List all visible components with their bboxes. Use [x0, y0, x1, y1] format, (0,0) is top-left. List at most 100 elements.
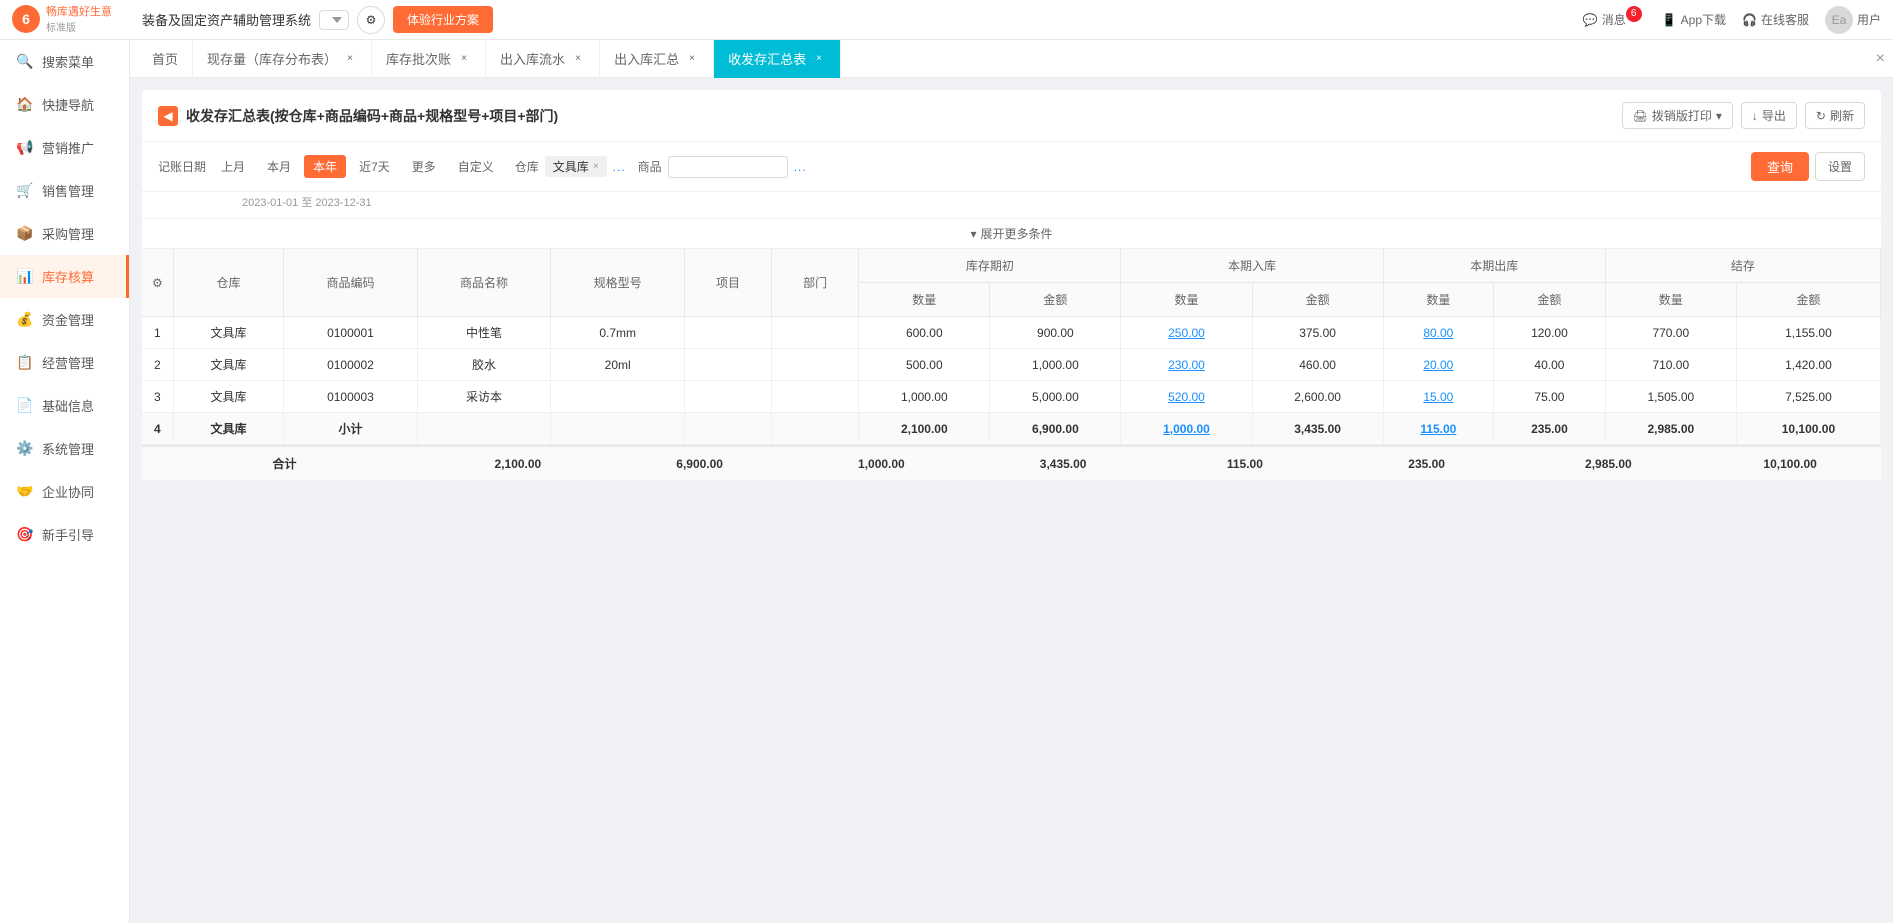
- row3-warehouse: 文具库: [173, 381, 283, 413]
- tab-inout-flow-close[interactable]: ×: [571, 52, 585, 66]
- th-settings[interactable]: ⚙: [142, 249, 173, 317]
- tab-inout-summary-close[interactable]: ×: [685, 52, 699, 66]
- row2-out-amt: 40.00: [1494, 349, 1606, 381]
- warehouse-dots[interactable]: ...: [613, 160, 626, 174]
- th-warehouse: 仓库: [173, 249, 283, 317]
- subtotal-out-qty[interactable]: 115.00: [1383, 413, 1493, 445]
- tab-inventory-dist-close[interactable]: ×: [343, 52, 357, 66]
- tab-bar: 首页 现存量（库存分布表） × 库存批次账 × 出入库流水 × 出入库汇总 × …: [130, 40, 1893, 78]
- marketing-icon: 📢: [16, 139, 34, 157]
- main-area: 首页 现存量（库存分布表） × 库存批次账 × 出入库流水 × 出入库汇总 × …: [130, 40, 1893, 923]
- target-icon: 🎯: [16, 526, 34, 544]
- warehouse-filter-group: 仓库 文具库 × ...: [515, 156, 626, 177]
- subtotal-in-amt: 3,435.00: [1252, 413, 1383, 445]
- sidebar-item-operation[interactable]: 📋 经营管理: [0, 341, 129, 384]
- page-title: 收发存汇总表(按仓库+商品编码+商品+规格型号+项目+部门): [186, 106, 558, 126]
- refresh-button[interactable]: ↻ 刷新: [1805, 102, 1865, 129]
- th-goods-spec: 规格型号: [551, 249, 685, 317]
- sidebar-item-purchase[interactable]: 📦 采购管理: [0, 212, 129, 255]
- sidebar-label-finance: 资金管理: [42, 310, 94, 329]
- row2-bal-qty: 710.00: [1605, 349, 1736, 381]
- system-name-area: 装备及固定资产辅助管理系统 ⚙ 体验行业方案: [142, 6, 1583, 34]
- page-content: ◀ 收发存汇总表(按仓库+商品编码+商品+规格型号+项目+部门) 🖨 拨销版打印…: [130, 78, 1893, 923]
- tab-inventory-dist[interactable]: 现存量（库存分布表） ×: [193, 40, 372, 78]
- logo-text: 畅库遇好生意: [46, 5, 112, 19]
- th-opening: 库存期初: [859, 249, 1121, 283]
- sidebar-label-operation: 经营管理: [42, 353, 94, 372]
- goods-input[interactable]: [668, 156, 788, 178]
- page-header: ◀ 收发存汇总表(按仓库+商品编码+商品+规格型号+项目+部门) 🖨 拨销版打印…: [142, 90, 1881, 142]
- chart-icon: 📊: [16, 268, 34, 286]
- tab-inout-summary[interactable]: 出入库汇总 ×: [600, 40, 714, 78]
- goods-dots[interactable]: ...: [794, 160, 807, 174]
- row3-out-qty[interactable]: 15.00: [1383, 381, 1493, 413]
- subtotal-in-qty[interactable]: 1,000.00: [1121, 413, 1252, 445]
- row3-in-qty[interactable]: 520.00: [1121, 381, 1252, 413]
- user-item[interactable]: Ea 用户: [1825, 6, 1881, 34]
- close-all-tabs-button[interactable]: ×: [1876, 50, 1885, 68]
- sidebar-item-marketing[interactable]: 📢 营销推广: [0, 126, 129, 169]
- row1-in-qty[interactable]: 250.00: [1121, 317, 1252, 349]
- date-7days[interactable]: 近7天: [350, 155, 399, 178]
- sidebar-label-basic: 基础信息: [42, 396, 94, 415]
- export-button[interactable]: ↓ 导出: [1741, 102, 1797, 129]
- system-select[interactable]: [319, 10, 349, 30]
- chevron-down-icon: ▾: [1716, 109, 1722, 123]
- th-out: 本期出库: [1383, 249, 1605, 283]
- cart-icon: 🛒: [16, 182, 34, 200]
- row3-no: 3: [142, 381, 173, 413]
- tab-home[interactable]: 首页: [138, 40, 193, 78]
- row2-in-qty[interactable]: 230.00: [1121, 349, 1252, 381]
- app-download-item[interactable]: 📱 App下载: [1662, 11, 1726, 28]
- table-row: 3 文具库 0100003 采访本 1,000.00 5,000.00 520.…: [142, 381, 1881, 413]
- row1-out-qty[interactable]: 80.00: [1383, 317, 1493, 349]
- tab-batch-label: 库存批次账: [386, 49, 451, 68]
- sidebar-item-search[interactable]: 🔍 搜索菜单: [0, 40, 129, 83]
- date-this-month[interactable]: 本月: [258, 155, 300, 178]
- settings-icon-btn[interactable]: ⚙: [357, 6, 385, 34]
- warehouse-tag-close[interactable]: ×: [593, 161, 599, 172]
- th-open-amt: 金额: [990, 283, 1121, 317]
- tab-recv-send-close[interactable]: ×: [812, 52, 826, 66]
- setting-button[interactable]: 设置: [1815, 152, 1865, 181]
- try-industry-button[interactable]: 体验行业方案: [393, 6, 493, 33]
- date-this-year[interactable]: 本年: [304, 155, 346, 178]
- tab-batch[interactable]: 库存批次账 ×: [372, 40, 486, 78]
- date-custom[interactable]: 自定义: [449, 155, 503, 178]
- row3-bal-qty: 1,505.00: [1605, 381, 1736, 413]
- online-service-item[interactable]: 🎧 在线客服: [1742, 11, 1809, 28]
- subtotal-open-amt: 6,900.00: [990, 413, 1121, 445]
- print-icon: 🖨: [1633, 109, 1648, 123]
- sidebar-item-system[interactable]: ⚙️ 系统管理: [0, 427, 129, 470]
- query-button[interactable]: 查询: [1751, 152, 1809, 181]
- sidebar-item-finance[interactable]: 💰 资金管理: [0, 298, 129, 341]
- clipboard-icon: 📋: [16, 354, 34, 372]
- tab-batch-close[interactable]: ×: [457, 52, 471, 66]
- date-prev-month[interactable]: 上月: [212, 155, 254, 178]
- sidebar-item-enterprise[interactable]: 🤝 企业协同: [0, 470, 129, 513]
- sidebar-item-guide[interactable]: 🎯 新手引导: [0, 513, 129, 556]
- sidebar-item-quick-nav[interactable]: 🏠 快捷导航: [0, 83, 129, 126]
- avatar: Ea: [1825, 6, 1853, 34]
- th-project: 项目: [684, 249, 771, 317]
- expand-label: 展开更多条件: [981, 225, 1053, 242]
- print-button[interactable]: 🖨 拨销版打印 ▾: [1622, 102, 1733, 129]
- warehouse-label: 仓库: [515, 158, 539, 175]
- layout: 🔍 搜索菜单 🏠 快捷导航 📢 营销推广 🛒 销售管理 📦 采购管理 📊 库存核…: [0, 40, 1893, 923]
- row2-out-qty[interactable]: 20.00: [1383, 349, 1493, 381]
- subtotal-bal-qty: 2,985.00: [1605, 413, 1736, 445]
- row3-goods-spec: [551, 381, 685, 413]
- th-dept: 部门: [772, 249, 859, 317]
- tab-inout-flow[interactable]: 出入库流水 ×: [486, 40, 600, 78]
- notification-item[interactable]: 💬 消息 6: [1583, 11, 1646, 28]
- collapse-btn[interactable]: ◀: [158, 106, 178, 126]
- tab-recv-send[interactable]: 收发存汇总表 ×: [714, 40, 841, 78]
- date-range-display: 2023-01-01 至 2023-12-31: [142, 192, 1881, 219]
- date-more[interactable]: 更多: [403, 155, 445, 178]
- sidebar-item-inventory[interactable]: 📊 库存核算: [0, 255, 129, 298]
- th-out-amt: 金额: [1494, 283, 1606, 317]
- expand-more-bar[interactable]: ▾ 展开更多条件: [142, 219, 1881, 249]
- sidebar-item-sales[interactable]: 🛒 销售管理: [0, 169, 129, 212]
- filter-bar: 记账日期 上月 本月 本年 近7天 更多 自定义 仓库 文: [142, 142, 1881, 192]
- sidebar-item-basic[interactable]: 📄 基础信息: [0, 384, 129, 427]
